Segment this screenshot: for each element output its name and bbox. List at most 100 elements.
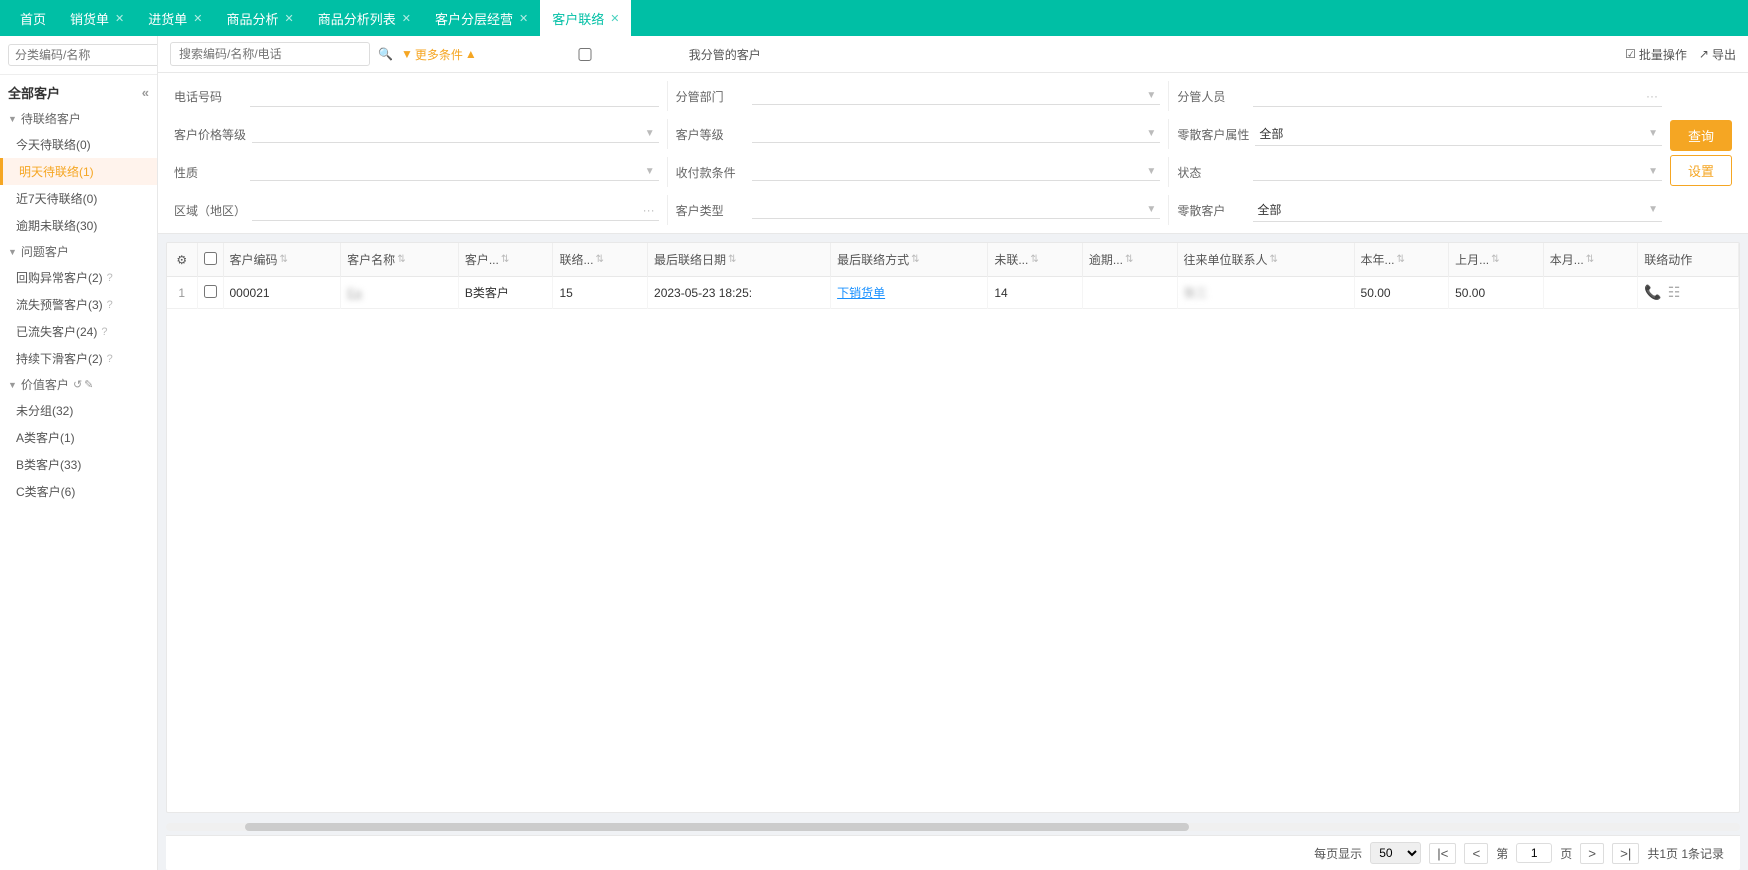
nav-home[interactable]: 首页 (8, 0, 58, 36)
edit-icon[interactable]: ✎ (84, 378, 93, 391)
customer-grade-select[interactable]: ▼ (752, 125, 1161, 143)
my-customers-checkbox-label[interactable]: 我分管的客户 (485, 46, 761, 63)
sidebar-item-churn-warn[interactable]: 流失预警客户(3) ? (0, 291, 157, 318)
sort-icon[interactable]: ⇅ (1270, 254, 1278, 265)
prev-page-btn[interactable]: < (1464, 843, 1488, 864)
group-value-customers[interactable]: 价值客户 ↺ ✎ (0, 372, 157, 397)
page-number-input[interactable] (1516, 843, 1552, 863)
filter-dept: 分管部门 ▼ (676, 87, 1161, 105)
close-icon[interactable]: ✕ (115, 12, 124, 25)
batch-op-btn[interactable]: ☑ 批量操作 (1625, 46, 1687, 63)
chevron-down-icon: ▼ (1648, 128, 1658, 139)
setting-button[interactable]: 设置 (1670, 155, 1732, 186)
sort-icon[interactable]: ⇅ (728, 254, 736, 265)
last-page-btn[interactable]: >| (1612, 843, 1639, 864)
sidebar-item-today[interactable]: 今天待联络(0) (0, 131, 157, 158)
sort-icon[interactable]: ⇅ (1125, 254, 1133, 265)
more-conditions-btn[interactable]: ▼ 更多条件 ▲ (401, 46, 477, 63)
nav-sales[interactable]: 销货单 ✕ (58, 0, 136, 36)
filter-bar: 🔍 ▼ 更多条件 ▲ 我分管的客户 ☑ 批量操作 ↗ 导出 (158, 36, 1748, 73)
row-checkbox[interactable] (204, 285, 217, 298)
sort-icon[interactable]: ⇅ (397, 254, 405, 265)
sort-icon[interactable]: ⇅ (280, 254, 288, 265)
select-all-checkbox[interactable] (204, 252, 217, 265)
nav-customer-tier[interactable]: 客户分层经营 ✕ (423, 0, 540, 36)
total-records-label: 共1页 1条记录 (1647, 845, 1724, 862)
scatter-customer-select[interactable]: 全部 ▼ (1253, 198, 1662, 222)
sidebar-item-7days[interactable]: 近7天待联络(0) (0, 185, 157, 212)
region-select[interactable]: ··· (252, 200, 659, 221)
horizontal-scrollbar[interactable] (166, 823, 1740, 831)
sidebar-search-input[interactable] (8, 44, 158, 66)
pagination-bar: 每页显示 50 100 200 |< < 第 页 > >| 共1页 1条记录 (166, 835, 1740, 870)
collapse-icon[interactable]: « (142, 85, 149, 100)
manager-select[interactable]: ··· (1253, 86, 1662, 107)
advanced-filters: 电话号码 分管部门 ▼ 分管人员 (158, 73, 1748, 234)
th-overdue: 逾期... ⇅ (1082, 243, 1177, 277)
close-icon[interactable]: ✕ (519, 12, 528, 25)
per-page-select[interactable]: 50 100 200 (1370, 842, 1421, 864)
sidebar-item-ungrouped[interactable]: 未分组(32) (0, 397, 157, 424)
grid-action-icon[interactable]: ☷ (1668, 284, 1681, 301)
nav-customer-contact[interactable]: 客户联络 ✕ (540, 0, 631, 36)
search-icon[interactable]: 🔍 (378, 47, 393, 61)
refresh-icon[interactable]: ↺ (73, 378, 82, 391)
first-page-btn[interactable]: |< (1429, 843, 1456, 864)
close-icon[interactable]: ✕ (610, 12, 619, 25)
phone-input[interactable] (250, 86, 659, 107)
chevron-down-icon: ▼ (1648, 166, 1658, 177)
sort-icon[interactable]: ⇅ (595, 254, 603, 265)
all-customers-header: 全部客户 « (0, 75, 157, 106)
close-icon[interactable]: ✕ (193, 12, 202, 25)
status-select[interactable]: ▼ (1253, 163, 1662, 181)
sidebar-item-churned[interactable]: 已流失客户(24) ? (0, 318, 157, 345)
close-icon[interactable]: ✕ (402, 12, 411, 25)
filter-payment: 收付款条件 ▼ (676, 163, 1161, 181)
nature-select[interactable]: ▼ (250, 163, 659, 181)
query-button[interactable]: 查询 (1670, 120, 1732, 151)
th-settings[interactable]: ⚙ (167, 243, 197, 277)
group-problem-customers[interactable]: 问题客户 (0, 239, 157, 264)
cell-checkbox[interactable] (197, 277, 223, 309)
cell-action: 📞 ☷ (1638, 277, 1739, 309)
cell-last-way[interactable]: 下销货单 (831, 277, 988, 309)
chevron-down-icon: ▼ (645, 128, 655, 139)
group-pending-contact[interactable]: 待联络客户 (0, 106, 157, 131)
close-icon[interactable]: ✕ (285, 12, 294, 25)
sort-icon[interactable]: ⇅ (501, 254, 509, 265)
sidebar-item-class-b[interactable]: B类客户(33) (0, 451, 157, 478)
dept-select[interactable]: ▼ (752, 87, 1161, 105)
sort-icon[interactable]: ⇅ (1030, 254, 1038, 265)
scatter-attr-select[interactable]: 全部 ▼ (1255, 122, 1662, 146)
search-input[interactable] (170, 42, 370, 66)
nav-purchase[interactable]: 进货单 ✕ (136, 0, 214, 36)
sidebar-item-abnormal[interactable]: 回购异常客户(2) ? (0, 264, 157, 291)
scrollbar-thumb[interactable] (245, 823, 1189, 831)
th-checkbox[interactable] (197, 243, 223, 277)
customer-type-select[interactable]: ▼ (752, 201, 1161, 219)
sort-icon[interactable]: ⇅ (1397, 254, 1405, 265)
phone-action-icon[interactable]: 📞 (1644, 284, 1661, 301)
sidebar-item-overdue[interactable]: 逾期未联络(30) (0, 212, 157, 239)
sort-icon[interactable]: ⇅ (911, 254, 919, 265)
nav-product-analysis[interactable]: 商品分析 ✕ (214, 0, 305, 36)
my-customers-checkbox[interactable] (485, 48, 685, 61)
export-btn[interactable]: ↗ 导出 (1699, 46, 1736, 63)
next-page-btn[interactable]: > (1580, 843, 1604, 864)
sidebar-item-class-a[interactable]: A类客户(1) (0, 424, 157, 451)
sidebar-item-class-c[interactable]: C类客户(6) (0, 478, 157, 505)
cell-last-date: 2023-05-23 18:25: (648, 277, 831, 309)
sort-icon[interactable]: ⇅ (1491, 254, 1499, 265)
th-this-month: 本月... ⇅ (1543, 243, 1638, 277)
cell-name[interactable]: Ea (341, 277, 459, 309)
chevron-down-icon: ▼ (1146, 166, 1156, 177)
payment-select[interactable]: ▼ (752, 163, 1161, 181)
filter-customer-grade: 客户等级 ▼ (676, 125, 1161, 143)
sidebar-item-declining[interactable]: 持续下滑客户(2) ? (0, 345, 157, 372)
sort-icon[interactable]: ⇅ (1586, 254, 1594, 265)
sidebar-item-tomorrow[interactable]: 明天待联络(1) (0, 158, 157, 185)
cell-this-year: 50.00 (1354, 277, 1449, 309)
nav-product-analysis-list[interactable]: 商品分析列表 ✕ (306, 0, 423, 36)
price-level-select[interactable]: ▼ (252, 125, 659, 143)
ellipsis-icon: ··· (1646, 89, 1658, 103)
